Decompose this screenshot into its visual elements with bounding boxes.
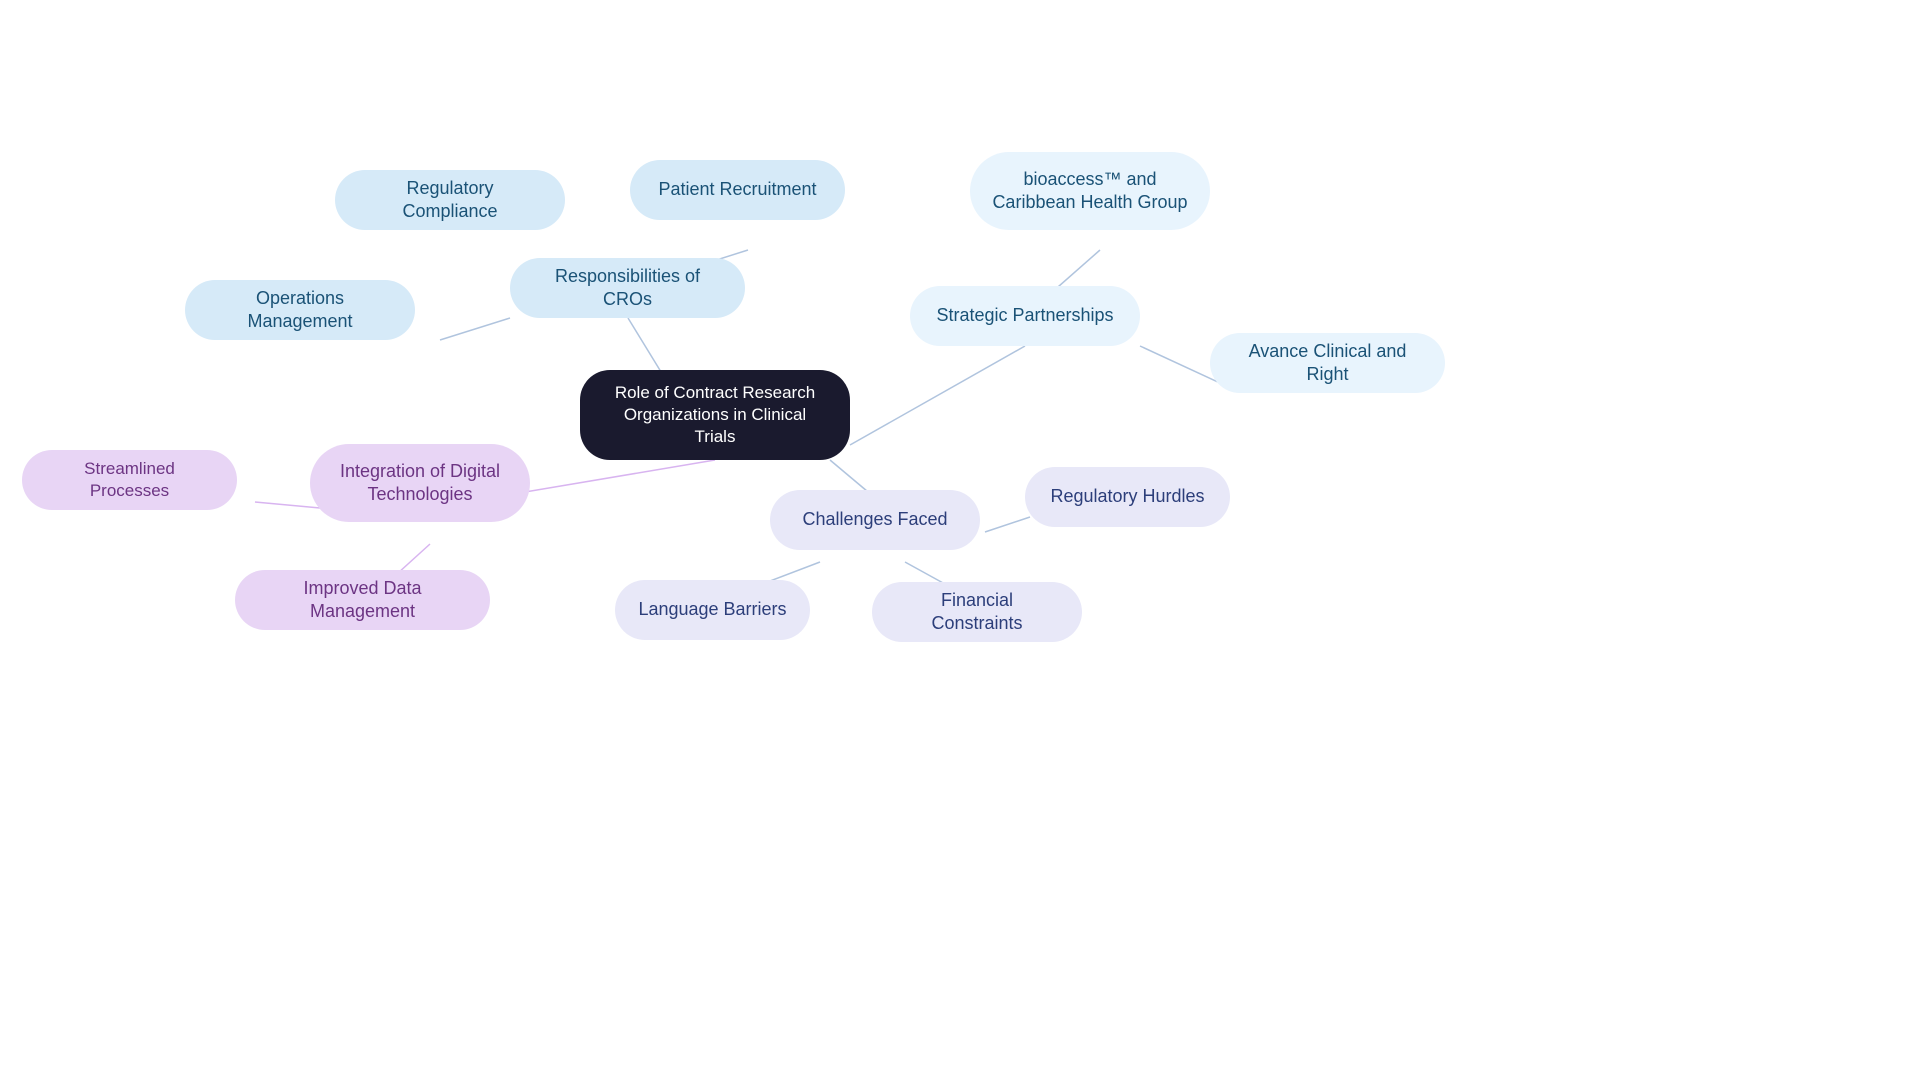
language-barriers-node: Language Barriers (615, 580, 810, 640)
regulatory-compliance-label: Regulatory Compliance (357, 177, 543, 224)
bioaccess-label: bioaccess™ and Caribbean Health Group (992, 168, 1188, 215)
streamlined-processes-node: Streamlined Processes (22, 450, 237, 510)
patient-recruitment-node: Patient Recruitment (630, 160, 845, 220)
center-label: Role of Contract Research Organizations … (602, 382, 828, 448)
avance-label: Avance Clinical and Right (1232, 340, 1423, 387)
challenges-faced-label: Challenges Faced (802, 508, 947, 531)
language-barriers-label: Language Barriers (638, 598, 786, 621)
financial-constraints-node: Financial Constraints (872, 582, 1082, 642)
challenges-faced-node: Challenges Faced (770, 490, 980, 550)
integration-digital-node: Integration of Digital Technologies (310, 444, 530, 522)
financial-constraints-label: Financial Constraints (894, 589, 1060, 636)
center-node: Role of Contract Research Organizations … (580, 370, 850, 460)
streamlined-processes-label: Streamlined Processes (44, 458, 215, 502)
responsibilities-node: Responsibilities of CROs (510, 258, 745, 318)
regulatory-hurdles-node: Regulatory Hurdles (1025, 467, 1230, 527)
bioaccess-node: bioaccess™ and Caribbean Health Group (970, 152, 1210, 230)
operations-management-node: Operations Management (185, 280, 415, 340)
avance-node: Avance Clinical and Right (1210, 333, 1445, 393)
improved-data-label: Improved Data Management (257, 577, 468, 624)
responsibilities-label: Responsibilities of CROs (532, 265, 723, 312)
strategic-partnerships-label: Strategic Partnerships (936, 304, 1113, 327)
patient-recruitment-label: Patient Recruitment (658, 178, 816, 201)
improved-data-node: Improved Data Management (235, 570, 490, 630)
operations-management-label: Operations Management (207, 287, 393, 334)
strategic-partnerships-node: Strategic Partnerships (910, 286, 1140, 346)
integration-digital-label: Integration of Digital Technologies (332, 460, 508, 507)
regulatory-hurdles-label: Regulatory Hurdles (1050, 485, 1204, 508)
regulatory-compliance-node: Regulatory Compliance (335, 170, 565, 230)
